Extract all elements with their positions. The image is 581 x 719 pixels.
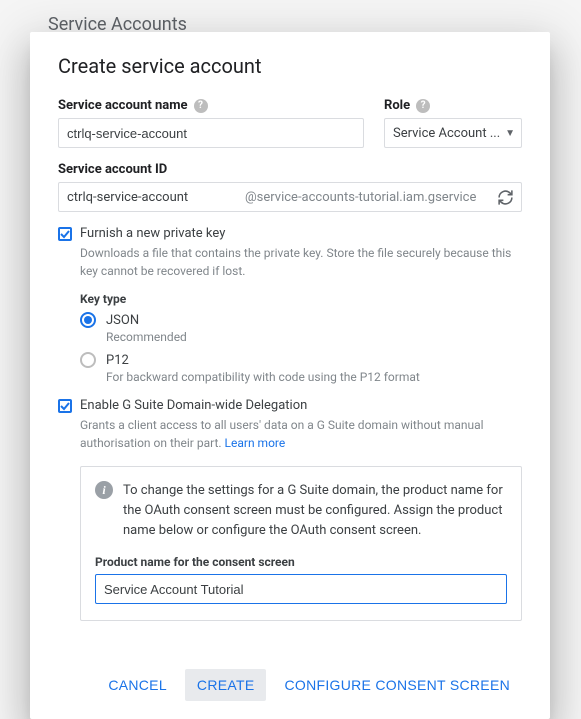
- key-type-json-radio[interactable]: [80, 312, 96, 328]
- create-service-account-dialog: Create service account Service account n…: [30, 32, 550, 719]
- furnish-key-checkbox[interactable]: [58, 227, 72, 241]
- field-label: Role: [384, 98, 410, 113]
- help-icon[interactable]: ?: [194, 99, 208, 113]
- configure-consent-button[interactable]: CONFIGURE CONSENT SCREEN: [272, 669, 522, 701]
- service-account-id-field: Service account ID ctrlq-service-account…: [58, 162, 522, 212]
- field-label: Service account ID: [58, 162, 167, 177]
- service-account-name-input[interactable]: [58, 118, 364, 148]
- dialog-title: Create service account: [58, 54, 522, 78]
- key-type-section: Key type JSON Recommended P12 For backwa…: [80, 292, 522, 384]
- product-name-input[interactable]: [95, 574, 507, 604]
- info-text: To change the settings for a G Suite dom…: [123, 481, 507, 541]
- learn-more-link[interactable]: Learn more: [225, 436, 286, 450]
- key-type-p12-radio[interactable]: [80, 352, 96, 368]
- help-icon[interactable]: ?: [416, 99, 430, 113]
- role-select-value: Service Account ...: [393, 126, 500, 141]
- create-button[interactable]: CREATE: [185, 669, 267, 701]
- radio-label: P12: [106, 353, 129, 368]
- furnish-key-label: Furnish a new private key: [80, 226, 225, 241]
- service-account-id-value[interactable]: ctrlq-service-account: [67, 190, 245, 205]
- cancel-button[interactable]: CANCEL: [96, 669, 179, 701]
- consent-info-box: i To change the settings for a G Suite d…: [80, 466, 522, 621]
- domain-delegation-label: Enable G Suite Domain-wide Delegation: [80, 398, 307, 413]
- role-field: Role ? Service Account ... ▼: [384, 98, 522, 148]
- radio-helper: For backward compatibility with code usi…: [106, 370, 522, 384]
- role-select[interactable]: Service Account ... ▼: [384, 118, 522, 148]
- dialog-actions: CANCEL CREATE CONFIGURE CONSENT SCREEN: [58, 669, 522, 701]
- domain-delegation-helper: Grants a client access to all users' dat…: [80, 416, 522, 452]
- product-name-label: Product name for the consent screen: [95, 555, 507, 569]
- service-account-name-field: Service account name ?: [58, 98, 364, 148]
- radio-label: JSON: [106, 313, 139, 328]
- info-icon: i: [95, 481, 113, 499]
- refresh-icon[interactable]: [495, 187, 515, 207]
- key-type-label: Key type: [80, 292, 522, 306]
- radio-helper: Recommended: [106, 330, 522, 344]
- service-account-id-suffix: @service-accounts-tutorial.iam.gservice: [245, 190, 495, 205]
- chevron-down-icon: ▼: [505, 128, 515, 139]
- furnish-key-helper: Downloads a file that contains the priva…: [80, 244, 522, 280]
- domain-delegation-checkbox[interactable]: [58, 399, 72, 413]
- field-label: Service account name: [58, 98, 188, 113]
